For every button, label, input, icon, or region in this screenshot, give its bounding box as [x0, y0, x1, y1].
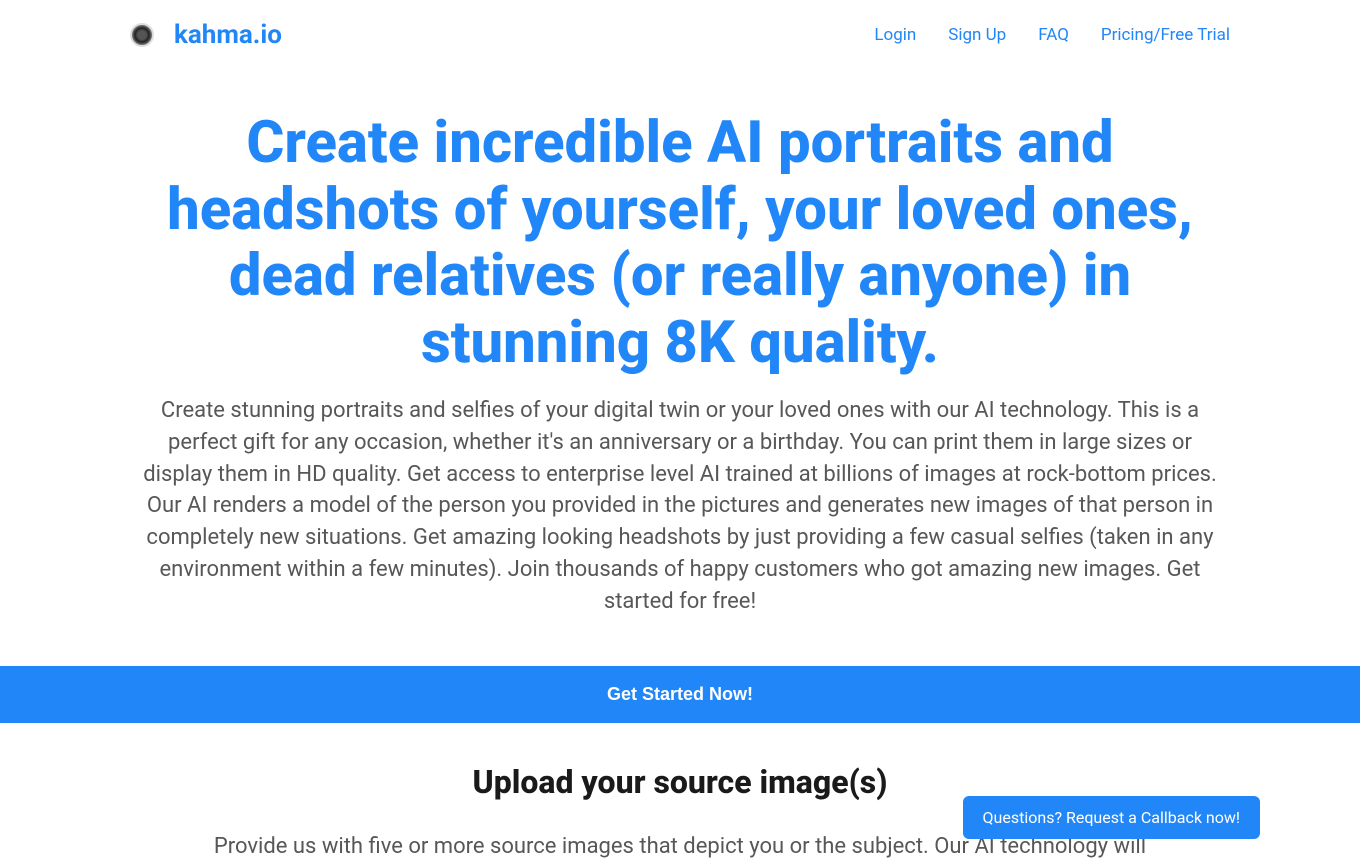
- callback-widget[interactable]: Questions? Request a Callback now!: [963, 796, 1260, 839]
- hero-desc-1: Create stunning portraits and selfies of…: [140, 395, 1220, 491]
- nav-faq[interactable]: FAQ: [1038, 25, 1069, 45]
- hero-desc-2: Our AI renders a model of the person you…: [140, 490, 1220, 618]
- nav-login[interactable]: Login: [874, 25, 916, 45]
- nav-pricing[interactable]: Pricing/Free Trial: [1101, 25, 1230, 45]
- get-started-button[interactable]: Get Started Now!: [0, 666, 1360, 723]
- header: kahma.io Login Sign Up FAQ Pricing/Free …: [0, 0, 1360, 70]
- brand-link[interactable]: kahma.io: [174, 20, 282, 50]
- logo-section: kahma.io: [130, 20, 282, 50]
- logo-icon: [130, 23, 154, 47]
- hero-section: Create incredible AI portraits and heads…: [0, 70, 1360, 638]
- upload-section: Upload your source image(s) Provide us w…: [0, 723, 1360, 863]
- hero-title: Create incredible AI portraits and heads…: [140, 110, 1220, 377]
- nav: Login Sign Up FAQ Pricing/Free Trial: [874, 25, 1230, 45]
- nav-signup[interactable]: Sign Up: [948, 25, 1006, 45]
